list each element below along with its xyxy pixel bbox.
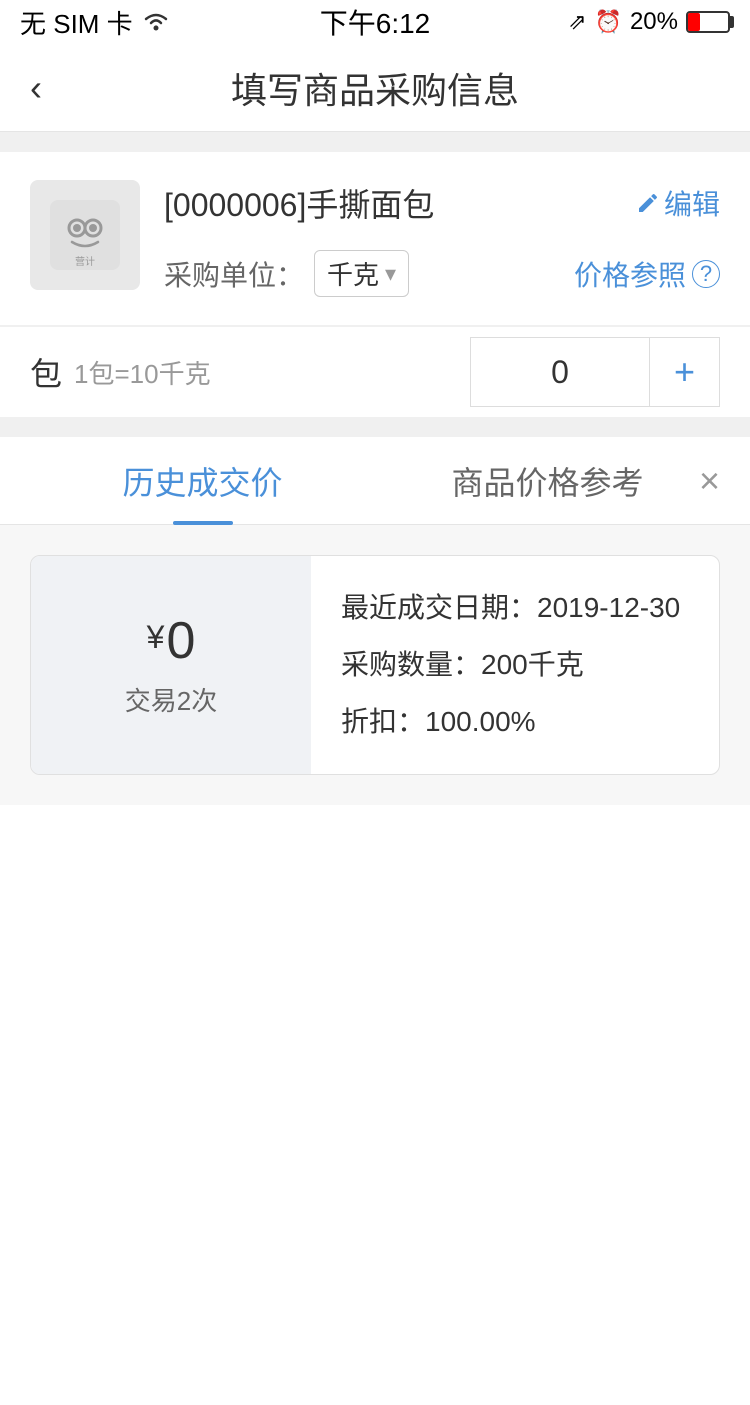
product-image: 营计: [30, 180, 140, 290]
dropdown-icon: ▾: [385, 261, 396, 287]
edit-link[interactable]: 编辑: [636, 183, 720, 223]
discount-label: 折扣：: [341, 706, 425, 737]
quantity-label-area: 包 1包=10千克: [30, 349, 211, 395]
quantity-input-area: +: [470, 337, 720, 407]
date-value: 2019-12-30: [537, 592, 680, 623]
carrier-text: 无 SIM 卡: [20, 4, 133, 41]
price-ref-link[interactable]: 价格参照 ?: [574, 254, 720, 294]
plus-icon: +: [674, 351, 695, 393]
price-amount: 0: [166, 611, 195, 671]
detail-discount-row: 折扣：100.00%: [341, 702, 689, 741]
quantity-row: 包 1包=10千克 +: [0, 327, 750, 417]
tab-content: ¥ 0 交易2次 最近成交日期：2019-12-30 采购数量：200千克 折扣…: [0, 525, 750, 805]
svg-text:营计: 营计: [75, 255, 95, 268]
page-title: 填写商品采购信息: [231, 62, 519, 114]
tab-price-ref-label: 商品价格参考: [451, 458, 643, 504]
product-card: 营计 [0000006]手撕面包 编辑 采购单位： 千克 ▾: [0, 152, 750, 325]
quantity-value: 200千克: [481, 649, 584, 680]
unit-badge: 包: [30, 349, 62, 395]
history-card: ¥ 0 交易2次 最近成交日期：2019-12-30 采购数量：200千克 折扣…: [30, 555, 720, 775]
tab-close-button[interactable]: ×: [699, 460, 720, 502]
product-name-row: [0000006]手撕面包 编辑: [164, 180, 720, 226]
quantity-plus-button[interactable]: +: [650, 337, 720, 407]
detail-date-row: 最近成交日期：2019-12-30: [341, 588, 689, 627]
product-title: 手撕面包: [306, 187, 434, 223]
quantity-input[interactable]: [470, 337, 650, 407]
tab-history-price[interactable]: 历史成交价: [30, 437, 375, 525]
wifi-icon: [141, 7, 171, 38]
price-ref-label: 价格参照: [574, 254, 686, 294]
product-info: [0000006]手撕面包 编辑 采购单位： 千克 ▾ 价格参照 ?: [164, 180, 720, 297]
tabs-header: 历史成交价 商品价格参考 ×: [0, 437, 750, 525]
location-icon: ⇗: [568, 9, 586, 35]
alarm-icon: ⏰: [595, 9, 622, 35]
status-bar: 无 SIM 卡 下午6:12 ⇗ ⏰ 20%: [0, 0, 750, 44]
back-button[interactable]: ‹: [30, 70, 42, 106]
date-label: 最近成交日期：: [341, 592, 537, 623]
tab-underline: [173, 521, 233, 525]
tab-history-label: 历史成交价: [122, 458, 282, 504]
help-icon: ?: [692, 260, 720, 288]
product-name: [0000006]手撕面包: [164, 180, 434, 226]
edit-label: 编辑: [664, 183, 720, 223]
status-right: ⇗ ⏰ 20%: [568, 8, 730, 36]
header: ‹ 填写商品采购信息: [0, 44, 750, 132]
discount-value: 100.00%: [425, 706, 536, 737]
unit-value: 千克: [327, 255, 379, 292]
unit-label-text: 采购单位：: [164, 254, 304, 294]
history-price-area: ¥ 0 交易2次: [31, 556, 311, 774]
unit-label: 采购单位： 千克 ▾: [164, 250, 409, 297]
product-unit-row: 采购单位： 千克 ▾ 价格参照 ?: [164, 250, 720, 297]
product-image-icon: 营计: [50, 200, 120, 270]
edit-icon: [636, 191, 660, 215]
bottom-area: [0, 805, 750, 1405]
trade-count: 交易2次: [125, 681, 217, 718]
history-price: ¥ 0: [147, 611, 196, 671]
tab-price-reference[interactable]: 商品价格参考: [375, 437, 720, 525]
detail-quantity-row: 采购数量：200千克: [341, 645, 689, 684]
price-symbol: ¥: [147, 619, 165, 656]
battery-percentage: 20%: [630, 8, 678, 36]
unit-select[interactable]: 千克 ▾: [314, 250, 409, 297]
status-left: 无 SIM 卡: [20, 4, 171, 41]
battery-icon: [686, 11, 730, 33]
product-id: [0000006]: [164, 187, 306, 223]
status-time: 下午6:12: [320, 2, 431, 42]
quantity-label: 采购数量：: [341, 649, 481, 680]
history-details: 最近成交日期：2019-12-30 采购数量：200千克 折扣：100.00%: [311, 556, 719, 774]
tabs-section: 历史成交价 商品价格参考 × ¥ 0 交易2次 最近成交日期：2019-12-3…: [0, 437, 750, 805]
unit-conversion: 1包=10千克: [74, 354, 211, 391]
